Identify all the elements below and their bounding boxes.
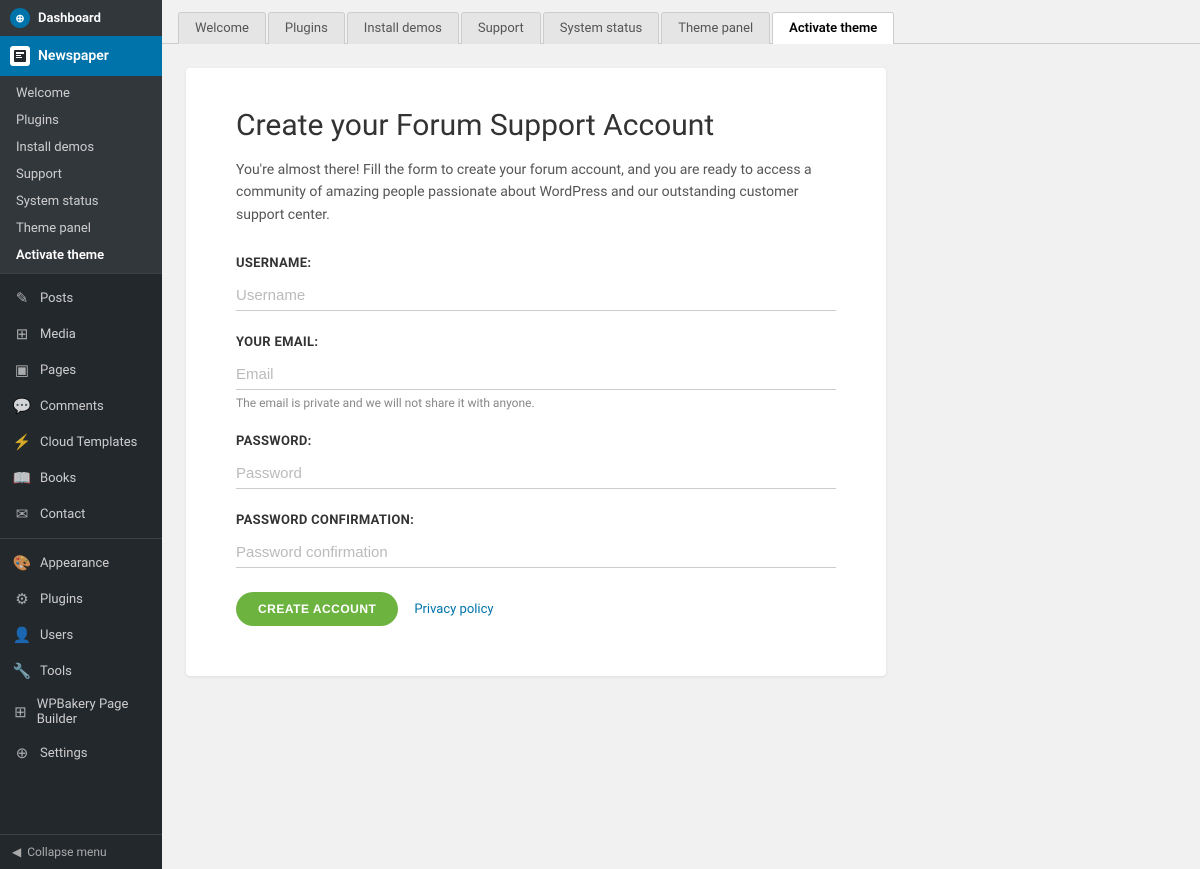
privacy-policy-link[interactable]: Privacy policy [414, 602, 493, 617]
password-label: PASSWORD: [236, 434, 836, 449]
newspaper-submenu: Welcome Plugins Install demos Support Sy… [0, 76, 162, 273]
sidebar-item-books[interactable]: 📖 Books [0, 460, 162, 496]
sidebar-item-appearance[interactable]: 🎨 Appearance [0, 545, 162, 581]
tab-activate-theme[interactable]: Activate theme [772, 12, 894, 44]
pages-icon: ▣ [12, 360, 32, 380]
email-input[interactable] [236, 360, 836, 390]
appearance-icon: 🎨 [12, 553, 32, 573]
tab-theme-panel[interactable]: Theme panel [661, 12, 770, 44]
dashboard-label: Dashboard [38, 11, 101, 26]
tab-support[interactable]: Support [461, 12, 541, 44]
submenu-plugins[interactable]: Plugins [0, 107, 162, 134]
collapse-icon: ◀ [12, 845, 21, 859]
users-label: Users [40, 628, 73, 643]
pages-label: Pages [40, 363, 76, 378]
users-icon: 👤 [12, 625, 32, 645]
media-icon: ⊞ [12, 324, 32, 344]
password-group: PASSWORD: [236, 434, 836, 489]
books-label: Books [40, 471, 76, 486]
media-label: Media [40, 327, 76, 342]
form-actions: CREATE ACCOUNT Privacy policy [236, 592, 836, 626]
wpbakery-label: WPBakery Page Builder [37, 697, 150, 727]
sidebar: ⊕ Dashboard Newspaper Welcome Plugins In… [0, 0, 162, 869]
password-confirm-label: PASSWORD CONFIRMATION: [236, 513, 836, 528]
username-label: USERNAME: [236, 256, 836, 271]
sidebar-item-posts[interactable]: ✎ Posts [0, 280, 162, 316]
tab-plugins[interactable]: Plugins [268, 12, 345, 44]
dashboard-icon: ⊕ [10, 8, 30, 28]
tools-icon: 🔧 [12, 661, 32, 681]
collapse-menu[interactable]: ◀ Collapse menu [0, 834, 162, 869]
username-input[interactable] [236, 281, 836, 311]
create-account-button[interactable]: CREATE ACCOUNT [236, 592, 398, 626]
form-title: Create your Forum Support Account [236, 108, 836, 143]
submenu-install-demos[interactable]: Install demos [0, 134, 162, 161]
sidebar-nav-2: 🎨 Appearance ⚙ Plugins 👤 Users 🔧 Tools ⊞… [0, 538, 162, 777]
username-group: USERNAME: [236, 256, 836, 311]
posts-icon: ✎ [12, 288, 32, 308]
sidebar-item-settings[interactable]: ⊕ Settings [0, 735, 162, 771]
sidebar-item-dashboard[interactable]: ⊕ Dashboard [0, 0, 162, 36]
comments-icon: 💬 [12, 396, 32, 416]
tab-system-status[interactable]: System status [543, 12, 660, 44]
sidebar-item-tools[interactable]: 🔧 Tools [0, 653, 162, 689]
settings-label: Settings [40, 746, 87, 761]
content-area: Create your Forum Support Account You're… [162, 44, 1200, 869]
tools-label: Tools [40, 664, 72, 679]
cloud-templates-label: Cloud Templates [40, 435, 137, 450]
contact-icon: ✉ [12, 504, 32, 524]
form-card: Create your Forum Support Account You're… [186, 68, 886, 676]
comments-label: Comments [40, 399, 104, 414]
password-input[interactable] [236, 459, 836, 489]
sidebar-item-media[interactable]: ⊞ Media [0, 316, 162, 352]
email-hint: The email is private and we will not sha… [236, 396, 836, 410]
sidebar-item-plugins[interactable]: ⚙ Plugins [0, 581, 162, 617]
newspaper-icon [10, 46, 30, 66]
password-confirm-input[interactable] [236, 538, 836, 568]
main-content: Welcome Plugins Install demos Support Sy… [162, 0, 1200, 869]
posts-label: Posts [40, 291, 73, 306]
contact-label: Contact [40, 507, 85, 522]
tab-install-demos[interactable]: Install demos [347, 12, 459, 44]
books-icon: 📖 [12, 468, 32, 488]
submenu-system-status[interactable]: System status [0, 188, 162, 215]
sidebar-item-users[interactable]: 👤 Users [0, 617, 162, 653]
appearance-label: Appearance [40, 556, 109, 571]
submenu-theme-panel[interactable]: Theme panel [0, 215, 162, 242]
newspaper-label: Newspaper [38, 48, 109, 64]
sidebar-item-pages[interactable]: ▣ Pages [0, 352, 162, 388]
password-confirm-group: PASSWORD CONFIRMATION: [236, 513, 836, 568]
sidebar-item-contact[interactable]: ✉ Contact [0, 496, 162, 532]
email-group: YOUR EMAIL: The email is private and we … [236, 335, 836, 410]
sidebar-item-comments[interactable]: 💬 Comments [0, 388, 162, 424]
plugins-icon: ⚙ [12, 589, 32, 609]
form-subtitle: You're almost there! Fill the form to cr… [236, 159, 836, 226]
tab-welcome[interactable]: Welcome [178, 12, 266, 44]
collapse-label: Collapse menu [27, 845, 106, 859]
settings-icon: ⊕ [12, 743, 32, 763]
sidebar-item-newspaper[interactable]: Newspaper [0, 36, 162, 76]
submenu-welcome[interactable]: Welcome [0, 80, 162, 107]
plugins-label: Plugins [40, 592, 83, 607]
cloud-templates-icon: ⚡ [12, 432, 32, 452]
email-label: YOUR EMAIL: [236, 335, 836, 350]
submenu-support[interactable]: Support [0, 161, 162, 188]
wpbakery-icon: ⊞ [12, 702, 29, 722]
sidebar-item-cloud-templates[interactable]: ⚡ Cloud Templates [0, 424, 162, 460]
tabs-bar: Welcome Plugins Install demos Support Sy… [162, 0, 1200, 44]
sidebar-nav: ✎ Posts ⊞ Media ▣ Pages 💬 Comments ⚡ Clo… [0, 273, 162, 538]
sidebar-item-wpbakery[interactable]: ⊞ WPBakery Page Builder [0, 689, 162, 735]
submenu-activate-theme[interactable]: Activate theme [0, 242, 162, 269]
